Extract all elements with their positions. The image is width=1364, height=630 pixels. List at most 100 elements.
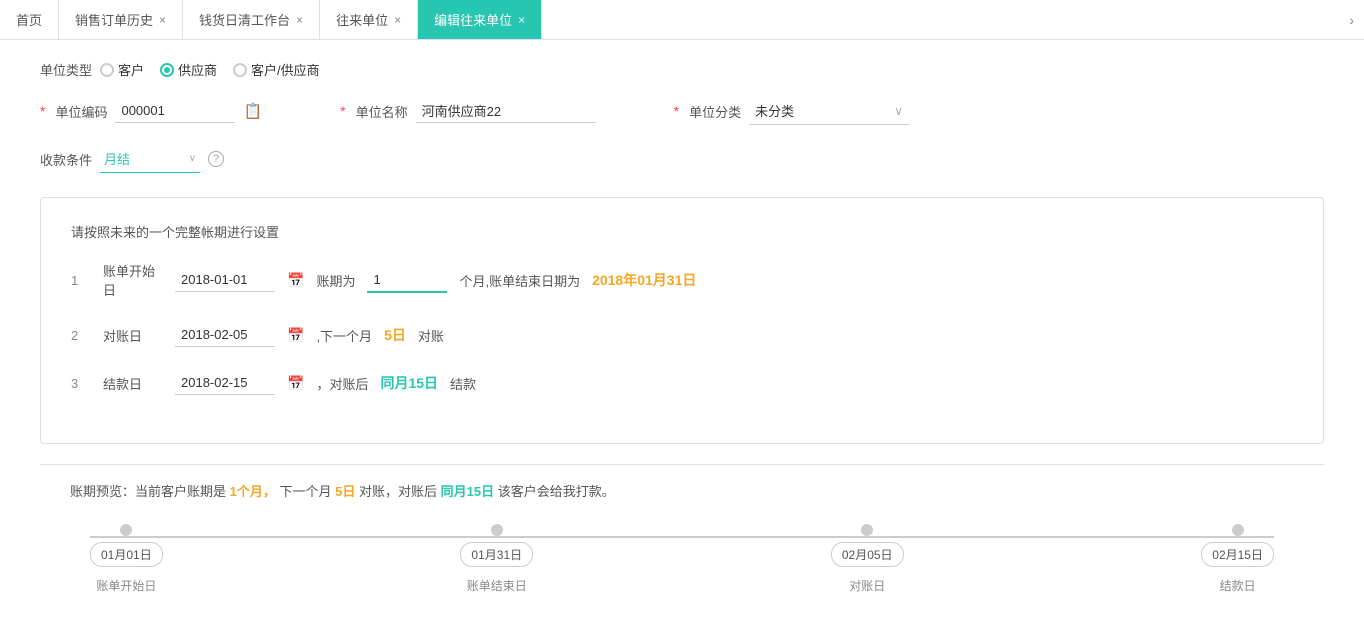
unit-type-radio-group: 客户 供应商 客户/供应商 bbox=[100, 60, 320, 79]
unit-category-label: 单位分类 bbox=[689, 102, 741, 121]
tab-sales-history-label: 销售订单历史 bbox=[75, 10, 153, 29]
tab-edit-partner[interactable]: 编辑往来单位 × bbox=[418, 0, 542, 39]
unit-name-label: 单位名称 bbox=[356, 102, 408, 121]
unit-category-select[interactable]: 未分类 ∨ bbox=[749, 97, 909, 125]
row-3-calendar-icon[interactable]: 📅 bbox=[287, 375, 304, 392]
unit-name-input[interactable] bbox=[416, 99, 596, 123]
timeline-node-2: 02月05日 对账日 bbox=[831, 524, 904, 594]
setting-card: 请按照未来的一个完整帐期进行设置 1 账单开始日 📅 账期为 个月,账单结束日期… bbox=[40, 197, 1324, 444]
timeline-badge-1: 01月31日 bbox=[460, 542, 533, 567]
timeline-dot-3 bbox=[1232, 524, 1244, 536]
timeline-nodes: 01月01日 账单开始日 01月31日 账单结束日 02月05日 对账日 02月… bbox=[90, 524, 1274, 594]
close-sales-history[interactable]: × bbox=[159, 13, 166, 27]
preview-period: 1个月， bbox=[230, 484, 276, 499]
radio-customer-supplier-label: 客户/供应商 bbox=[251, 60, 320, 79]
preview-section: 账期预览：当前客户账期是 1个月， 下一个月 5日 对账，对账后 同月15日 该… bbox=[40, 464, 1324, 610]
close-cash-work[interactable]: × bbox=[296, 13, 303, 27]
radio-customer-label: 客户 bbox=[118, 60, 144, 79]
tab-edit-partner-label: 编辑往来单位 bbox=[434, 10, 512, 29]
radio-supplier-label: 供应商 bbox=[178, 60, 217, 79]
tab-bar: 首页 销售订单历史 × 钱货日清工作台 × 往来单位 × 编辑往来单位 × › bbox=[0, 0, 1364, 40]
timeline-dot-1 bbox=[491, 524, 503, 536]
tab-more-button[interactable]: › bbox=[1339, 0, 1364, 39]
row-3-action-text: 结款 bbox=[450, 374, 476, 393]
setting-row-1: 1 账单开始日 📅 账期为 个月,账单结束日期为 2018年01月31日 bbox=[71, 261, 1293, 299]
tab-home[interactable]: 首页 bbox=[0, 0, 59, 39]
unit-code-group: * 单位编码 📋 bbox=[40, 99, 262, 123]
timeline-label-0: 账单开始日 bbox=[96, 577, 156, 594]
timeline-badge-0: 01月01日 bbox=[90, 542, 163, 567]
tab-cash-work[interactable]: 钱货日清工作台 × bbox=[183, 0, 320, 39]
unit-code-label: 单位编码 bbox=[55, 102, 107, 121]
unit-code-calendar-icon[interactable]: 📋 bbox=[243, 102, 262, 120]
radio-customer-supplier[interactable]: 客户/供应商 bbox=[233, 60, 320, 79]
unit-info-row: * 单位编码 📋 * 单位名称 * 单位分类 未分类 ∨ bbox=[40, 97, 1324, 125]
row-1-period-input[interactable] bbox=[367, 268, 447, 293]
payment-terms-help-icon[interactable]: ? bbox=[208, 151, 224, 167]
preview-reconcile-suffix: 对账，对账后 bbox=[359, 484, 437, 499]
main-content: 单位类型 客户 供应商 客户/供应商 * 单位编码 📋 * 单位名称 bbox=[0, 40, 1364, 630]
row-3-suffix-prefix: ，对账后 bbox=[316, 374, 368, 393]
row-3-num: 3 bbox=[71, 376, 91, 391]
unit-code-input[interactable] bbox=[115, 99, 235, 123]
radio-customer-circle bbox=[100, 63, 114, 77]
row-3-date-input[interactable] bbox=[175, 371, 275, 395]
unit-type-row: 单位类型 客户 供应商 客户/供应商 bbox=[40, 60, 1324, 79]
timeline-badge-3: 02月15日 bbox=[1201, 542, 1274, 567]
preview-reconcile-day: 5日 bbox=[335, 484, 355, 499]
row-1-period-prefix: 账期为 bbox=[316, 271, 355, 290]
row-3-type: 结款日 bbox=[103, 374, 163, 393]
preview-reconcile-prefix: 下一个月 bbox=[280, 484, 332, 499]
row-1-num: 1 bbox=[71, 273, 91, 288]
timeline-label-3: 结款日 bbox=[1220, 577, 1256, 594]
row-2-day-highlight: 5日 bbox=[384, 325, 406, 345]
setting-row-2: 2 对账日 📅 ,下一个月 5日 对账 bbox=[71, 323, 1293, 347]
timeline-label-2: 对账日 bbox=[849, 577, 885, 594]
card-title: 请按照未来的一个完整帐期进行设置 bbox=[71, 222, 1293, 241]
payment-terms-label: 收款条件 bbox=[40, 150, 92, 169]
timeline-node-3: 02月15日 结款日 bbox=[1201, 524, 1274, 594]
tab-cash-work-label: 钱货日清工作台 bbox=[199, 10, 290, 29]
row-1-end-date: 2018年01月31日 bbox=[592, 270, 696, 290]
unit-category-group: * 单位分类 未分类 ∨ bbox=[674, 97, 909, 125]
radio-customer-supplier-circle bbox=[233, 63, 247, 77]
row-2-calendar-icon[interactable]: 📅 bbox=[287, 327, 304, 344]
timeline-dot-0 bbox=[120, 524, 132, 536]
payment-terms-row: 收款条件 月结 ∨ ? bbox=[40, 145, 1324, 173]
unit-category-required: * bbox=[674, 103, 679, 119]
timeline-dot-2 bbox=[861, 524, 873, 536]
row-1-date-input[interactable] bbox=[175, 268, 275, 292]
row-3-day-highlight: 同月15日 bbox=[380, 373, 438, 393]
row-2-date-input[interactable] bbox=[175, 323, 275, 347]
row-2-action-text: 对账 bbox=[418, 326, 444, 345]
timeline-label-1: 账单结束日 bbox=[467, 577, 527, 594]
radio-customer[interactable]: 客户 bbox=[100, 60, 144, 79]
row-2-type: 对账日 bbox=[103, 326, 163, 345]
preview-text: 账期预览：当前客户账期是 1个月， 下一个月 5日 对账，对账后 同月15日 该… bbox=[70, 481, 1294, 500]
unit-name-required: * bbox=[340, 103, 345, 119]
timeline: 01月01日 账单开始日 01月31日 账单结束日 02月05日 对账日 02月… bbox=[70, 524, 1294, 594]
timeline-node-1: 01月31日 账单结束日 bbox=[460, 524, 533, 594]
radio-supplier[interactable]: 供应商 bbox=[160, 60, 217, 79]
row-1-period-suffix: 个月,账单结束日期为 bbox=[459, 271, 580, 290]
preview-pay-day: 同月15日 bbox=[441, 484, 494, 499]
row-1-type: 账单开始日 bbox=[103, 261, 163, 299]
category-chevron-icon: ∨ bbox=[894, 104, 903, 118]
preview-label: 账期预览：当前客户账期是 bbox=[70, 484, 226, 499]
radio-supplier-circle bbox=[160, 63, 174, 77]
timeline-badge-2: 02月05日 bbox=[831, 542, 904, 567]
row-2-num: 2 bbox=[71, 328, 91, 343]
row-1-calendar-icon[interactable]: 📅 bbox=[287, 272, 304, 289]
preview-pay-suffix: 该客户会给我打款。 bbox=[498, 484, 615, 499]
tab-sales-history[interactable]: 销售订单历史 × bbox=[59, 0, 183, 39]
tab-partner[interactable]: 往来单位 × bbox=[320, 0, 418, 39]
payment-terms-value: 月结 bbox=[104, 149, 189, 168]
tab-home-label: 首页 bbox=[16, 10, 42, 29]
payment-terms-select[interactable]: 月结 ∨ bbox=[100, 145, 200, 173]
timeline-node-0: 01月01日 账单开始日 bbox=[90, 524, 163, 594]
close-edit-partner[interactable]: × bbox=[518, 13, 525, 27]
payment-terms-chevron-icon: ∨ bbox=[189, 153, 196, 164]
tab-partner-label: 往来单位 bbox=[336, 10, 388, 29]
unit-code-required: * bbox=[40, 103, 45, 119]
close-partner[interactable]: × bbox=[394, 13, 401, 27]
